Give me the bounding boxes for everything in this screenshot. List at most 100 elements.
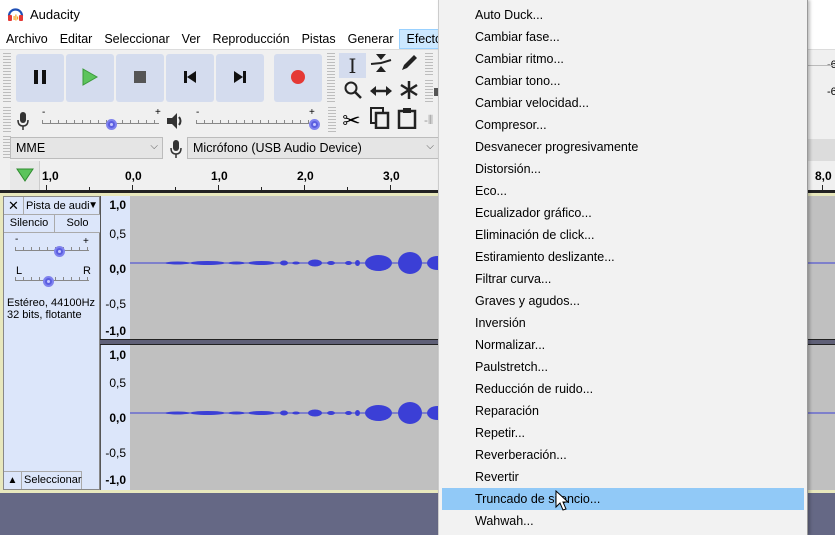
scale-label: -1,0: [105, 324, 126, 338]
menu-reproduccion[interactable]: Reproducción: [206, 29, 295, 49]
record-button[interactable]: [274, 54, 322, 102]
waveform-segment: [280, 260, 288, 266]
pan-slider-thumb[interactable]: [43, 276, 55, 287]
meter-toolbar-grip-2[interactable]: [425, 80, 433, 102]
effect-menu-item[interactable]: Estiramiento deslizante...: [442, 246, 804, 268]
recording-volume-thumb[interactable]: [105, 119, 117, 130]
ruler-tick: [304, 185, 305, 190]
effect-menu-item[interactable]: Cambiar ritmo...: [442, 48, 804, 70]
scale-label: 1,0: [109, 348, 126, 362]
effect-menu-item[interactable]: Auto Duck...: [442, 4, 804, 26]
multi-tool[interactable]: [395, 80, 422, 105]
effect-menu-item[interactable]: Paulstretch...: [442, 356, 804, 378]
effect-menu-item[interactable]: Eliminación de click...: [442, 224, 804, 246]
effect-menu-item[interactable]: Eco...: [442, 180, 804, 202]
mute-button[interactable]: Silencio: [4, 215, 55, 233]
effect-menu-item[interactable]: Graves y agudos...: [442, 290, 804, 312]
envelope-tool[interactable]: [367, 53, 394, 78]
effect-menu-item[interactable]: Ecualizador gráfico...: [442, 202, 804, 224]
ruler-label: 1,0: [211, 169, 228, 183]
rec-volume-plus: +: [155, 107, 161, 118]
zoom-tool[interactable]: [339, 80, 366, 105]
time-shift-tool[interactable]: [367, 80, 394, 105]
meter-toolbar-grip[interactable]: [425, 53, 433, 75]
effect-menu-item[interactable]: Cambiar velocidad...: [442, 92, 804, 114]
play-icon: [82, 67, 99, 89]
waveform-segment: [292, 411, 300, 415]
microphone-icon: [16, 111, 30, 134]
transport-toolbar-grip[interactable]: [3, 53, 11, 103]
menu-generar[interactable]: Generar: [342, 29, 400, 49]
play-head-area[interactable]: [10, 161, 40, 190]
select-track-button[interactable]: Seleccionar: [22, 471, 82, 489]
input-device-select[interactable]: Micrófono (USB Audio Device) ⌵: [187, 137, 447, 159]
play-volume-plus: +: [309, 107, 315, 118]
headphones-icon: [7, 7, 24, 22]
ruler-tick: [390, 185, 391, 190]
effect-menu-item[interactable]: Wahwah...: [442, 510, 804, 532]
collapse-track-button[interactable]: ▲: [4, 471, 22, 489]
chevron-down-icon: ⌵: [150, 141, 158, 152]
waveform-segment: [327, 261, 335, 265]
effect-menu-item[interactable]: Revertir: [442, 466, 804, 488]
edit-toolbar-grip[interactable]: [328, 107, 336, 133]
solo-button[interactable]: Solo: [55, 215, 100, 233]
draw-tool[interactable]: [395, 53, 422, 78]
effect-menu-item[interactable]: Distorsión...: [442, 158, 804, 180]
close-icon: ✕: [8, 197, 19, 213]
play-button[interactable]: [66, 54, 114, 102]
gain-slider[interactable]: [15, 250, 89, 251]
track-format-info: Estéreo, 44100Hz 32 bits, flotante: [7, 297, 95, 321]
waveform-segment: [228, 261, 245, 265]
effect-menu-item[interactable]: Reparación: [442, 400, 804, 422]
effect-menu-item[interactable]: Desvanecer progresivamente: [442, 136, 804, 158]
channel-1-scale: 1,0 0,5 0,0 -0,5 -1,0: [100, 196, 130, 339]
playback-volume-slider[interactable]: [196, 123, 314, 124]
scale-label: 0,5: [109, 227, 126, 241]
menu-archivo[interactable]: Archivo: [0, 29, 54, 49]
waveform-segment: [365, 255, 392, 271]
effect-menu-item[interactable]: Filtrar curva...: [442, 268, 804, 290]
effect-menu-item[interactable]: Cambiar fase...: [442, 26, 804, 48]
track-name-menu[interactable]: Pista de audi ▼: [24, 197, 100, 215]
effect-menu-item[interactable]: Repetir...: [442, 422, 804, 444]
tools-toolbar-grip[interactable]: [327, 53, 335, 103]
effect-menu-item[interactable]: Truncado de silencio...: [442, 488, 804, 510]
record-icon: [290, 69, 306, 88]
mixer-toolbar-grip[interactable]: [3, 107, 11, 133]
effect-menu-item[interactable]: Normalizar...: [442, 334, 804, 356]
paste-button[interactable]: [393, 108, 420, 133]
copy-button[interactable]: [366, 107, 393, 133]
menu-editar[interactable]: Editar: [54, 29, 99, 49]
waveform-segment: [308, 409, 322, 417]
stop-button[interactable]: [116, 54, 164, 102]
effect-menu-item[interactable]: Inversión: [442, 312, 804, 334]
playback-volume-thumb[interactable]: [309, 119, 320, 130]
ruler-tick: [175, 187, 176, 190]
ruler-tick: [218, 185, 219, 190]
ruler-label: 3,0: [383, 169, 400, 183]
skip-to-start-button[interactable]: [166, 54, 214, 102]
audio-host-value: MME: [16, 141, 46, 155]
menu-pistas[interactable]: Pistas: [296, 29, 342, 49]
pause-button[interactable]: [16, 54, 64, 102]
effect-menu-item[interactable]: Cambiar tono...: [442, 70, 804, 92]
effect-menu-item[interactable]: Reverberación...: [442, 444, 804, 466]
skip-to-end-button[interactable]: [216, 54, 264, 102]
cut-button[interactable]: ✂: [338, 108, 365, 133]
effect-menu-item[interactable]: Reducción de ruido...: [442, 378, 804, 400]
effect-menu-item[interactable]: Compresor...: [442, 114, 804, 136]
close-track-button[interactable]: ✕: [4, 197, 24, 215]
trim-audio-icon[interactable]: -⫴: [424, 113, 433, 128]
gain-minus: -: [15, 234, 19, 245]
gain-slider-thumb[interactable]: [54, 246, 66, 257]
recording-volume-slider[interactable]: [42, 123, 159, 124]
pan-right-label: R: [83, 265, 91, 277]
menu-ver[interactable]: Ver: [176, 29, 207, 49]
scale-label: -0,5: [105, 297, 126, 311]
waveform-segment: [355, 410, 360, 416]
selection-tool[interactable]: I: [339, 53, 366, 78]
audio-host-select[interactable]: MME ⌵: [10, 137, 163, 159]
chevron-down-icon: ⌵: [426, 141, 434, 152]
menu-seleccionar[interactable]: Seleccionar: [98, 29, 175, 49]
